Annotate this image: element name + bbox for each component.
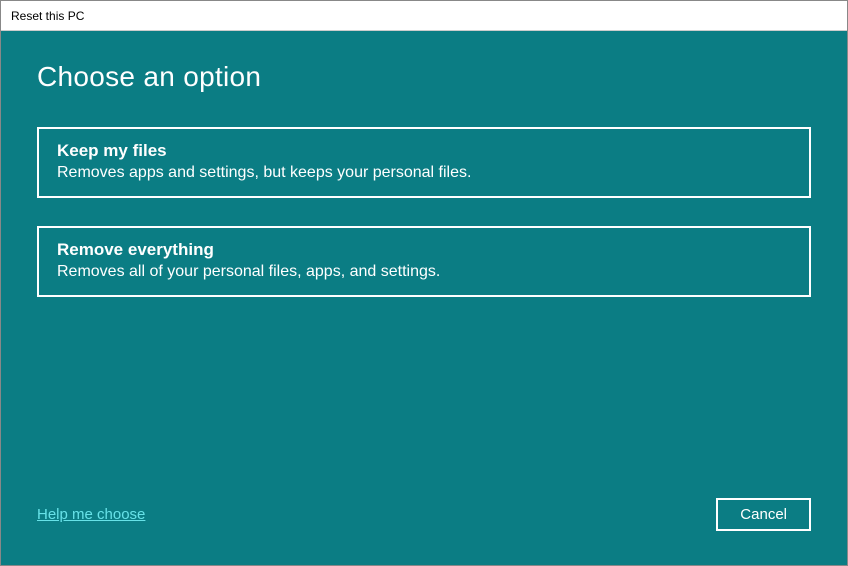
window-titlebar: Reset this PC: [1, 1, 847, 31]
dialog-content: Choose an option Keep my files Removes a…: [1, 31, 847, 565]
help-me-choose-link[interactable]: Help me choose: [37, 506, 145, 523]
page-title: Choose an option: [37, 61, 811, 93]
window-title: Reset this PC: [11, 9, 84, 23]
cancel-button[interactable]: Cancel: [716, 498, 811, 531]
option-title: Remove everything: [57, 240, 791, 260]
option-description: Removes all of your personal files, apps…: [57, 263, 791, 281]
option-keep-my-files[interactable]: Keep my files Removes apps and settings,…: [37, 127, 811, 198]
option-title: Keep my files: [57, 141, 791, 161]
option-description: Removes apps and settings, but keeps you…: [57, 164, 791, 182]
option-remove-everything[interactable]: Remove everything Removes all of your pe…: [37, 226, 811, 297]
reset-pc-dialog: Reset this PC Choose an option Keep my f…: [0, 0, 848, 566]
dialog-footer: Help me choose Cancel: [37, 498, 811, 541]
